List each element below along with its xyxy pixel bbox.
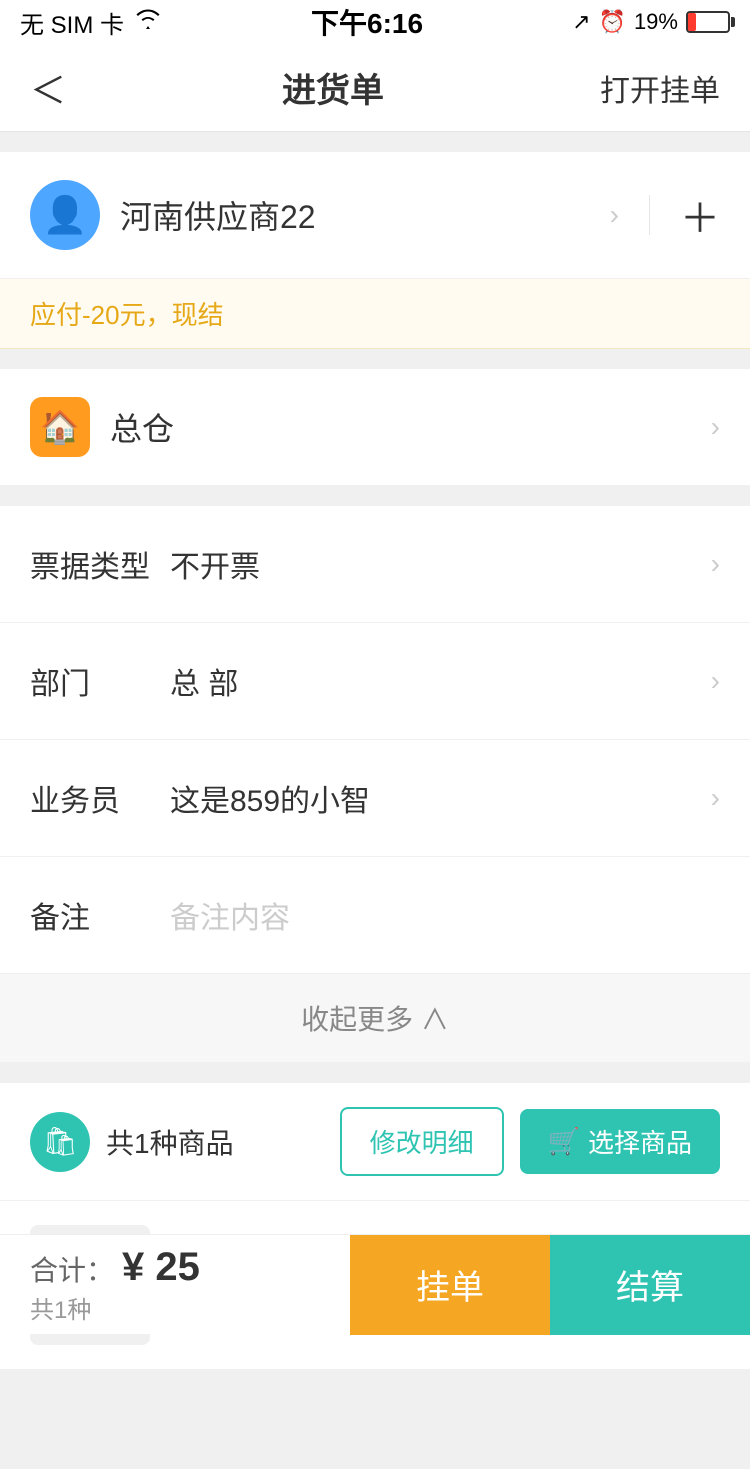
supplier-row[interactable]: 👤 河南供应商22 › ＋ [0, 152, 750, 279]
remark-label: 备注 [30, 893, 150, 937]
location-icon: ↗ [572, 9, 590, 35]
person-icon: 👤 [43, 194, 88, 236]
total-section: 合计： ¥ 25 共1种 [0, 1245, 350, 1325]
battery-percent: 19% [634, 9, 678, 35]
salesperson-row[interactable]: 业务员 这是859的小智 › [0, 739, 750, 856]
total-main: 合计： ¥ 25 [30, 1245, 320, 1290]
department-row[interactable]: 部门 总 部 › [0, 622, 750, 739]
status-bar: 无 SIM 卡 下午6:16 ↗ ⏰ 19% [0, 0, 750, 44]
salesperson-label: 业务员 [30, 776, 150, 820]
add-supplier-button[interactable]: ＋ [680, 186, 720, 244]
department-value: 总 部 [150, 659, 711, 703]
nav-bar: ＜ 进货单 打开挂单 [0, 44, 750, 132]
suspend-button[interactable]: 挂单 [350, 1235, 550, 1335]
gap-2 [0, 349, 750, 369]
remark-row[interactable]: 备注 备注内容 [0, 856, 750, 973]
status-right: ↗ ⏰ 19% [572, 9, 730, 35]
ticket-type-value: 不开票 [150, 542, 711, 586]
remark-input[interactable]: 备注内容 [150, 893, 720, 937]
warehouse-card: 🏠 总仓 › [0, 369, 750, 485]
total-sub: 共1种 [30, 1290, 320, 1325]
bottom-bar: 合计： ¥ 25 共1种 挂单 结算 [0, 1234, 750, 1334]
total-label: 合计： [30, 1249, 114, 1289]
supplier-chevron-icon: › [610, 199, 619, 231]
product-header: 🛍 共1种商品 修改明细 🛒 选择商品 [0, 1082, 750, 1200]
form-card: 票据类型 不开票 › 部门 总 部 › 业务员 这是859的小智 › 备注 备注… [0, 505, 750, 973]
gap-1 [0, 132, 750, 152]
supplier-name: 河南供应商22 [120, 192, 610, 238]
alarm-icon: ⏰ [599, 9, 626, 35]
ticket-type-label: 票据类型 [30, 542, 150, 586]
product-count: 共1种商品 [106, 1122, 340, 1162]
divider [649, 195, 650, 235]
select-product-label: 选择商品 [588, 1123, 692, 1160]
checkout-button[interactable]: 结算 [550, 1235, 750, 1335]
notice-text: 应付-20元，现结 [30, 300, 224, 330]
back-button[interactable]: ＜ [30, 62, 66, 114]
total-amount: ¥ 25 [122, 1245, 200, 1290]
collapse-bar[interactable]: 收起更多 ∧ [0, 973, 750, 1062]
notice-bar: 应付-20元，现结 [0, 279, 750, 349]
ticket-type-chevron-icon: › [711, 548, 720, 580]
status-left: 无 SIM 卡 [20, 5, 162, 40]
department-label: 部门 [30, 659, 150, 703]
warehouse-row[interactable]: 🏠 总仓 › [0, 369, 750, 485]
salesperson-value: 这是859的小智 [150, 776, 711, 820]
collapse-label: 收起更多 ∧ [301, 1004, 449, 1035]
cart-icon: 🛒 [548, 1126, 580, 1157]
supplier-avatar: 👤 [30, 180, 100, 250]
open-suspend-button[interactable]: 打开挂单 [600, 66, 720, 110]
carrier-text: 无 SIM 卡 [20, 5, 124, 40]
product-icon-wrap: 🛍 [30, 1112, 90, 1172]
department-chevron-icon: › [711, 665, 720, 697]
supplier-card: 👤 河南供应商22 › ＋ 应付-20元，现结 [0, 152, 750, 349]
bag-icon: 🛍 [42, 1125, 78, 1158]
bottom-spacer [0, 1369, 750, 1469]
select-product-button[interactable]: 🛒 选择商品 [520, 1109, 720, 1174]
warehouse-icon-wrap: 🏠 [30, 397, 90, 457]
ticket-type-row[interactable]: 票据类型 不开票 › [0, 505, 750, 622]
warehouse-chevron-icon: › [711, 411, 720, 443]
wifi-icon [134, 8, 162, 37]
edit-detail-button[interactable]: 修改明细 [340, 1107, 504, 1176]
warehouse-icon: 🏠 [40, 408, 80, 446]
battery-icon [686, 11, 730, 33]
status-time: 下午6:16 [311, 2, 423, 42]
gap-4 [0, 1062, 750, 1082]
page-title: 进货单 [282, 63, 384, 112]
gap-3 [0, 485, 750, 505]
warehouse-name: 总仓 [110, 404, 711, 450]
salesperson-chevron-icon: › [711, 782, 720, 814]
